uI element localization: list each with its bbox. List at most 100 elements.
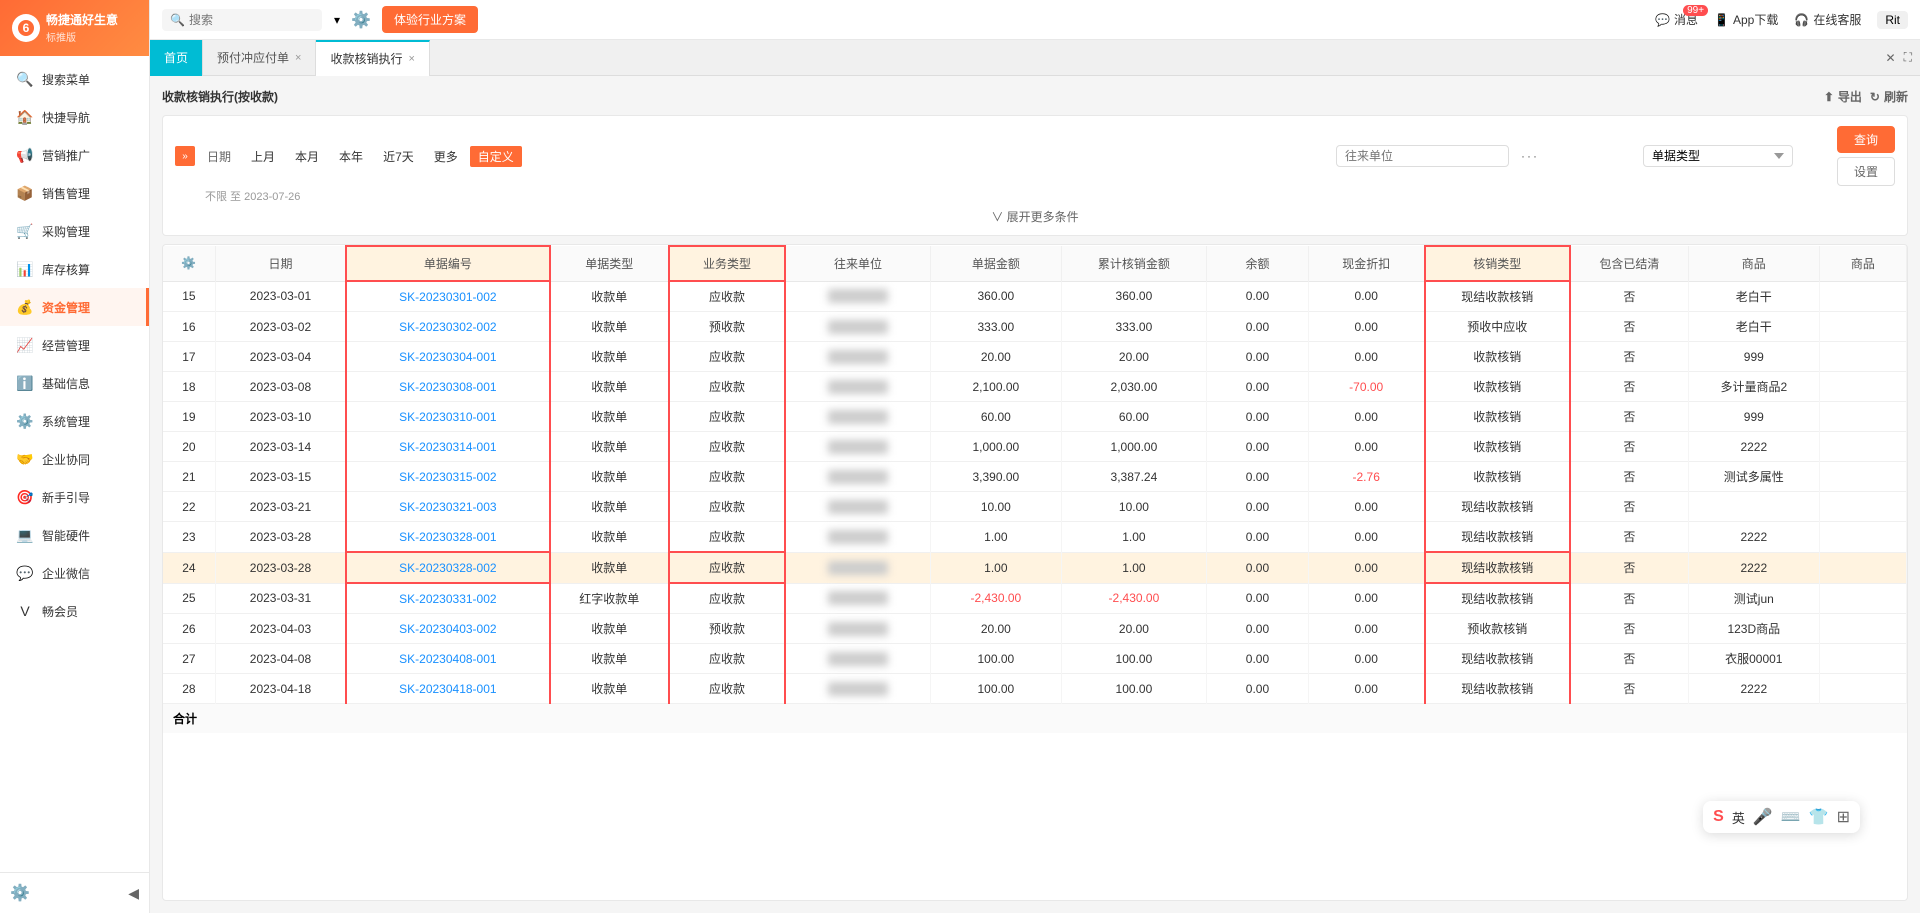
billno-link[interactable]: SK-20230331-002 — [399, 592, 496, 606]
sidebar-item-member[interactable]: V 畅会员 — [0, 592, 149, 630]
sidebar-item-newbie[interactable]: 🎯 新手引导 — [0, 478, 149, 516]
cell-billno: SK-20230321-003 — [346, 492, 549, 522]
sidebar-logo: 6 畅捷通好生意 标推版 — [0, 0, 149, 56]
col-header-include: 包含已结清 — [1570, 246, 1688, 281]
billno-link[interactable]: SK-20230301-002 — [399, 290, 496, 304]
refresh-icon: ↻ — [1870, 90, 1880, 104]
cell-verifytype: 预收中应收 — [1425, 312, 1570, 342]
cell-amount: 333.00 — [930, 312, 1061, 342]
export-button[interactable]: ⬆ 导出 — [1824, 88, 1862, 105]
sidebar-item-finance[interactable]: 💰 资金管理 — [0, 288, 149, 326]
tab-verify-close[interactable]: × — [408, 53, 414, 65]
bill-type-select[interactable]: 单据类型 — [1643, 145, 1793, 167]
topbar-dropdown-icon[interactable]: ▾ — [334, 13, 340, 27]
cell-amount: 100.00 — [930, 674, 1061, 704]
cell-biztype: 应收款 — [669, 372, 785, 402]
filter-date-7days[interactable]: 近7天 — [375, 146, 422, 167]
filter-date-custom[interactable]: 自定义 — [470, 146, 522, 167]
cell-date: 2023-03-31 — [215, 583, 346, 614]
sidebar-item-sales[interactable]: 📦 销售管理 — [0, 174, 149, 212]
cell-billno: SK-20230408-001 — [346, 644, 549, 674]
sidebar-item-purchase[interactable]: 🛒 采购管理 — [0, 212, 149, 250]
billno-link[interactable]: SK-20230304-001 — [399, 350, 496, 364]
cell-partner — [785, 281, 930, 312]
cell-goods: 999 — [1688, 402, 1819, 432]
cell-discount: 0.00 — [1308, 492, 1424, 522]
expand-more-btn[interactable]: ∨ 展开更多条件 — [991, 208, 1078, 225]
sidebar-item-marketing-label: 营销推广 — [42, 147, 90, 164]
sidebar-item-operation-label: 经营管理 — [42, 337, 90, 354]
sidebar-item-operation[interactable]: 📈 经营管理 — [0, 326, 149, 364]
table-body: 15 2023-03-01 SK-20230301-002 收款单 应收款 36… — [163, 281, 1907, 704]
cell-goods2 — [1819, 522, 1906, 553]
cell-partner — [785, 492, 930, 522]
billno-link[interactable]: SK-20230328-001 — [399, 530, 496, 544]
float-apps-icon[interactable]: ⊞ — [1837, 807, 1850, 827]
float-mic-icon[interactable]: 🎤 — [1753, 807, 1773, 827]
billno-link[interactable]: SK-20230403-002 — [399, 622, 496, 636]
cell-billtype: 收款单 — [550, 462, 669, 492]
billno-link[interactable]: SK-20230328-002 — [399, 561, 496, 575]
topbar-gear-icon[interactable]: ⚙️ — [348, 7, 374, 33]
billno-link[interactable]: SK-20230408-001 — [399, 652, 496, 666]
billno-link[interactable]: SK-20230418-001 — [399, 682, 496, 696]
float-shirt-icon[interactable]: 👕 — [1809, 807, 1829, 827]
cell-no: 28 — [163, 674, 215, 704]
sidebar-item-corp[interactable]: 🤝 企业协同 — [0, 440, 149, 478]
billno-link[interactable]: SK-20230308-001 — [399, 380, 496, 394]
topbar-user[interactable]: Rit — [1877, 11, 1908, 29]
topbar-service[interactable]: 🎧 在线客服 — [1794, 11, 1861, 28]
sidebar-item-search[interactable]: 🔍 搜索菜单 — [0, 60, 149, 98]
billno-link[interactable]: SK-20230310-001 — [399, 410, 496, 424]
float-english-label[interactable]: 英 — [1732, 808, 1745, 827]
billno-link[interactable]: SK-20230314-001 — [399, 440, 496, 454]
cell-include: 否 — [1570, 342, 1688, 372]
sidebar-item-system[interactable]: ⚙️ 系统管理 — [0, 402, 149, 440]
collapse-icon[interactable]: ◀ — [128, 885, 139, 902]
topbar-search-input[interactable] — [189, 13, 309, 27]
topbar-msg[interactable]: 💬 消息 99+ — [1655, 11, 1698, 28]
filter-expand-btn[interactable]: » — [175, 146, 195, 166]
cell-cumamount: 100.00 — [1061, 674, 1206, 704]
tab-verify[interactable]: 收款核销执行 × — [316, 40, 429, 76]
cell-partner — [785, 432, 930, 462]
topbar-app[interactable]: 📱 App下载 — [1714, 11, 1778, 28]
tabbar-expand-icon[interactable]: ⛶ — [1904, 50, 1912, 65]
tab-home[interactable]: 首页 — [150, 40, 203, 76]
float-keyboard-icon[interactable]: ⌨️ — [1781, 807, 1801, 827]
filter-date-this-year[interactable]: 本年 — [331, 146, 371, 167]
sidebar-item-quicknav[interactable]: 🏠 快捷导航 — [0, 98, 149, 136]
cell-verifytype: 收款核销 — [1425, 402, 1570, 432]
billno-link[interactable]: SK-20230315-002 — [399, 470, 496, 484]
filter-date-range: 不限 至 2023-07-26 — [175, 188, 1895, 204]
sidebar-item-marketing[interactable]: 📢 营销推广 — [0, 136, 149, 174]
cell-partner — [785, 644, 930, 674]
billno-link[interactable]: SK-20230321-003 — [399, 500, 496, 514]
filter-date-more[interactable]: 更多 — [426, 146, 466, 167]
col-header-cumamount: 累计核销金额 — [1061, 246, 1206, 281]
cell-include: 否 — [1570, 462, 1688, 492]
marketing-icon: 📢 — [16, 146, 34, 164]
tab-prepay-close[interactable]: × — [295, 52, 301, 64]
cell-amount: 3,390.00 — [930, 462, 1061, 492]
filter-dots[interactable]: ··· — [1521, 149, 1539, 163]
billno-link[interactable]: SK-20230302-002 — [399, 320, 496, 334]
filter-date-last-month[interactable]: 上月 — [243, 146, 283, 167]
sidebar-item-inventory[interactable]: 📊 库存核算 — [0, 250, 149, 288]
settings-button[interactable]: 设置 — [1837, 157, 1895, 186]
settings-icon[interactable]: ⚙️ — [10, 883, 30, 903]
refresh-button[interactable]: ↻ 刷新 — [1870, 88, 1908, 105]
industry-btn[interactable]: 体验行业方案 — [382, 6, 478, 33]
query-button[interactable]: 查询 — [1837, 126, 1895, 153]
table-row: 22 2023-03-21 SK-20230321-003 收款单 应收款 10… — [163, 492, 1907, 522]
cell-partner — [785, 674, 930, 704]
tabbar-close-icon[interactable]: ✕ — [1886, 51, 1896, 65]
cell-cumamount: 20.00 — [1061, 614, 1206, 644]
cell-include: 否 — [1570, 644, 1688, 674]
sidebar-item-basic[interactable]: ℹ️ 基础信息 — [0, 364, 149, 402]
filter-date-this-month[interactable]: 本月 — [287, 146, 327, 167]
sidebar-item-wechat[interactable]: 💬 企业微信 — [0, 554, 149, 592]
tab-prepay[interactable]: 预付冲应付单 × — [203, 40, 316, 76]
partner-input[interactable] — [1336, 145, 1509, 167]
sidebar-item-hardware[interactable]: 💻 智能硬件 — [0, 516, 149, 554]
